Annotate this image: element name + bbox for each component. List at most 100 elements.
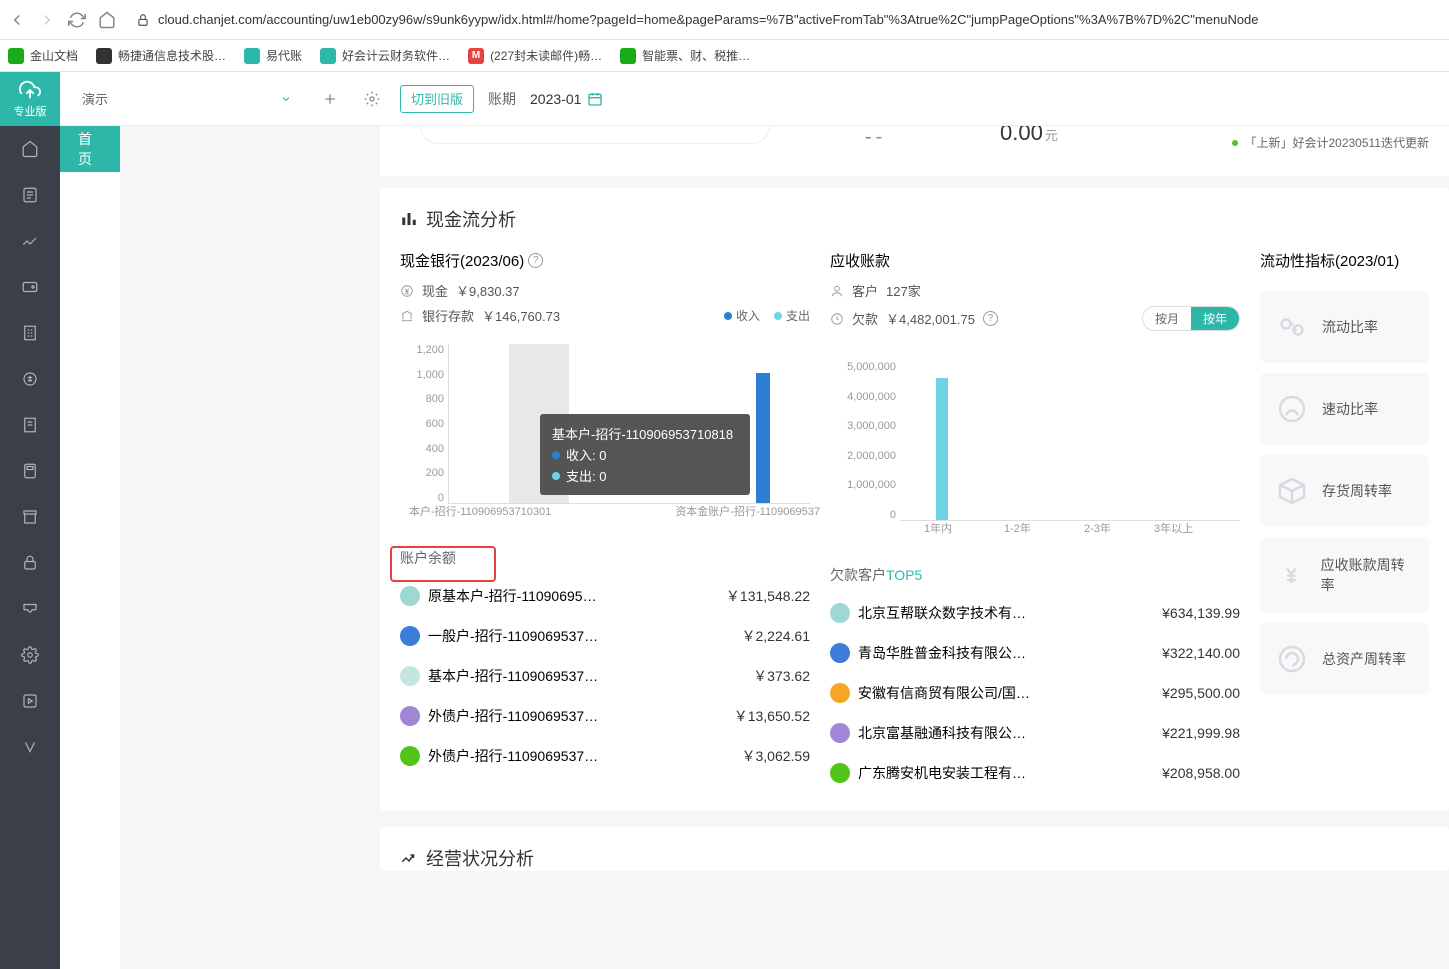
balance-title: 账户余额 (400, 548, 810, 568)
indicator-label: 存货周转率 (1322, 481, 1392, 501)
balance-row[interactable]: 外债户-招行-1109069537… ￥13,650.52 (400, 696, 810, 736)
receipt-icon (21, 416, 39, 434)
period-toggle[interactable]: 按月 按年 (1142, 306, 1240, 331)
reload-button[interactable] (68, 11, 86, 29)
indicator-card[interactable]: 速动比率 (1260, 373, 1429, 445)
sidebar-home[interactable] (0, 126, 60, 172)
help-icon[interactable]: ? (528, 253, 543, 268)
bookmark-item[interactable]: 金山文档 (8, 47, 78, 64)
search-placeholder (420, 126, 770, 144)
lock-icon (136, 13, 150, 27)
bookmark-item[interactable]: M(227封未读邮件)畅… (468, 47, 602, 64)
indicator-card[interactable]: 应收账款周转率 (1260, 537, 1429, 613)
settings-button[interactable] (358, 85, 386, 113)
gear-icon (364, 91, 380, 107)
document-icon (21, 186, 39, 204)
sidebar-voucher[interactable] (0, 172, 60, 218)
badge-icon (400, 666, 420, 686)
bookmark-icon: M (468, 48, 484, 64)
indicator-card[interactable]: 存货周转率 (1260, 455, 1429, 527)
org-selector[interactable]: 演示 (72, 82, 302, 116)
debtor-row[interactable]: 安徽有信商贸有限公司/国… ¥295,500.00 (830, 673, 1240, 713)
badge-icon (830, 643, 850, 663)
browser-toolbar: cloud.chanjet.com/accounting/uw1eb00zy96… (0, 0, 1449, 40)
debtor-row[interactable]: 北京富基融通科技有限公… ¥221,999.98 (830, 713, 1240, 753)
badge-icon (830, 683, 850, 703)
switch-old-button[interactable]: 切到旧版 (400, 85, 474, 113)
bookmark-item[interactable]: 畅捷通信息技术股… (96, 47, 226, 64)
debtor-amount: ¥208,958.00 (1162, 765, 1240, 781)
debtor-name: 北京富基融通科技有限公… (858, 723, 1026, 743)
debtor-name: 青岛华胜普金科技有限公… (858, 643, 1026, 663)
debtor-row[interactable]: 青岛华胜普金科技有限公… ¥322,140.00 (830, 633, 1240, 673)
tab-home[interactable]: 首页 (60, 126, 120, 172)
sidebar-invoice[interactable] (0, 402, 60, 448)
cash-line: 现金 ￥9,830.37 (400, 281, 810, 300)
bookmark-icon (8, 48, 24, 64)
chevron-down-icon (280, 93, 292, 105)
sidebar-assets[interactable] (0, 310, 60, 356)
balance-row[interactable]: 一般户-招行-1109069537… ￥2,224.61 (400, 616, 810, 656)
sidebar-tax[interactable] (0, 448, 60, 494)
yen-icon (400, 284, 414, 298)
period-selector[interactable]: 2023-01 (530, 91, 603, 107)
news-item[interactable]: 「上新」好会计20230511迭代更新 (1232, 134, 1429, 151)
debtor-name: 北京互帮联众数字技术有… (858, 603, 1026, 623)
sidebar-v[interactable] (0, 724, 60, 770)
user-icon (830, 284, 844, 298)
clients-line: 客户 127家 (830, 281, 1240, 300)
amount-value: 0.00元 (1000, 126, 1058, 146)
badge-icon (400, 626, 420, 646)
panel-title: 现金流分析 (400, 206, 1429, 232)
account-amount: ￥373.62 (753, 666, 810, 686)
home-button[interactable] (98, 11, 116, 29)
ar-chart[interactable]: 5,000,000 4,000,000 3,000,000 2,000,000 … (830, 361, 1240, 551)
period-label: 账期 (488, 89, 516, 109)
bookmark-item[interactable]: 好会计云财务软件… (320, 47, 450, 64)
play-icon (21, 692, 39, 710)
bookmark-item[interactable]: 智能票、财、税推… (620, 47, 750, 64)
debtor-row[interactable]: 广东腾安机电安装工程有… ¥208,958.00 (830, 753, 1240, 793)
balance-row[interactable]: 基本户-招行-1109069537… ￥373.62 (400, 656, 810, 696)
wallet-icon (21, 278, 39, 296)
sidebar-report[interactable] (0, 218, 60, 264)
sidebar-inbox[interactable] (0, 586, 60, 632)
sidebar-close[interactable] (0, 540, 60, 586)
sidebar-settings[interactable] (0, 632, 60, 678)
sidebar-logo[interactable]: 专业版 (0, 72, 60, 126)
debtor-row[interactable]: 北京互帮联众数字技术有… ¥634,139.99 (830, 593, 1240, 633)
help-icon[interactable]: ? (983, 311, 998, 326)
column-title: 应收账款 (830, 250, 1240, 271)
add-button[interactable] (316, 85, 344, 113)
bookmark-icon (96, 48, 112, 64)
y-axis: 5,000,000 4,000,000 3,000,000 2,000,000 … (830, 361, 896, 521)
topbar: 演示 切到旧版 账期 2023-01 (60, 72, 1449, 126)
sidebar-funds[interactable] (0, 264, 60, 310)
forward-button[interactable] (38, 11, 56, 29)
indicator-label: 流动比率 (1322, 317, 1378, 337)
calendar-icon (587, 91, 603, 107)
debtor-amount: ¥295,500.00 (1162, 685, 1240, 701)
bookmark-item[interactable]: 易代账 (244, 47, 302, 64)
bank-chart[interactable]: 1,200 1,000 800 600 400 200 0 (400, 344, 810, 534)
balance-row[interactable]: 原基本户-招行-11090695… ￥131,548.22 (400, 576, 810, 616)
badge-icon (830, 763, 850, 783)
debtor-amount: ¥322,140.00 (1162, 645, 1240, 661)
y-axis: 1,200 1,000 800 600 400 200 0 (400, 344, 444, 504)
sidebar-salary[interactable] (0, 356, 60, 402)
indicator-card[interactable]: 流动比率 (1260, 291, 1429, 363)
column-title: 流动性指标(2023/01) (1260, 250, 1429, 271)
chart-tooltip: 基本户-招行-110906953710818 收入: 0 支出: 0 (540, 414, 750, 495)
url-bar[interactable]: cloud.chanjet.com/accounting/uw1eb00zy96… (128, 12, 1441, 27)
inbox-icon (21, 600, 39, 618)
top5-title: 欠款客户TOP5 (830, 565, 1240, 585)
badge-icon (400, 706, 420, 726)
back-button[interactable] (8, 11, 26, 29)
chart-bar (756, 373, 770, 503)
bar-chart-icon (400, 210, 418, 228)
sidebar-app[interactable] (0, 678, 60, 724)
sidebar-archive[interactable] (0, 494, 60, 540)
balance-row[interactable]: 外债户-招行-1109069537… ￥3,062.59 (400, 736, 810, 776)
indicator-card[interactable]: 总资产周转率 (1260, 623, 1429, 695)
account-amount: ￥131,548.22 (726, 586, 810, 606)
